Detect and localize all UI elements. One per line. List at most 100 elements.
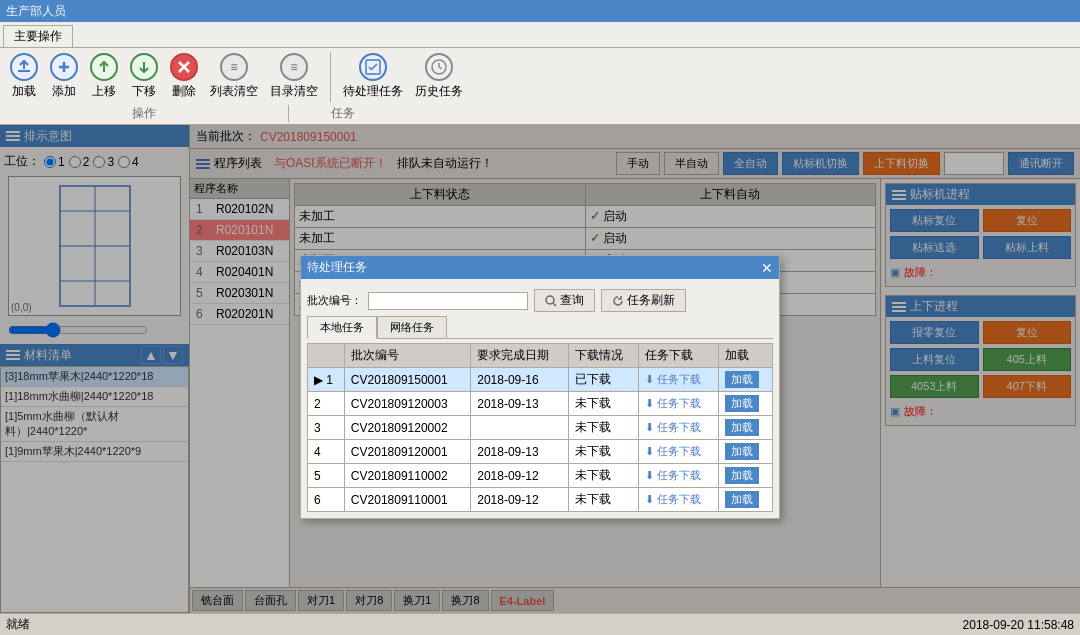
modal-row-3[interactable]: 4 CV201809120001 2018-09-13 未下载 ⬇ 任务下载 加… [308, 440, 773, 464]
task-group-label: 任务 [293, 105, 393, 122]
modal-row-0[interactable]: ▶ 1 CV201809150001 2018-09-16 已下载 ⬇ 任务下载… [308, 368, 773, 392]
status-text: 就绪 [6, 616, 30, 633]
delete-icon [170, 53, 198, 81]
row-1-task-dl: ⬇ 任务下载 [639, 392, 719, 416]
row-3-status: 未下载 [569, 440, 639, 464]
move-down-button[interactable]: 下移 [124, 50, 164, 103]
row-0-task-dl: ⬇ 任务下载 [639, 368, 719, 392]
title-text: 生产部人员 [6, 3, 66, 20]
row-3-date: 2018-09-13 [471, 440, 569, 464]
add-label: 添加 [52, 83, 76, 100]
row-0-batch: CV201809150001 [344, 368, 470, 392]
row-4-num: 5 [308, 464, 345, 488]
dir-clear-label: 目录清空 [270, 83, 318, 100]
title-bar: 生产部人员 [0, 0, 1080, 22]
load-label: 加载 [12, 83, 36, 100]
list-clear-button[interactable]: ≡ 列表清空 [204, 50, 264, 103]
refresh-button[interactable]: 任务刷新 [601, 289, 686, 312]
col-num [308, 344, 345, 368]
load-button[interactable]: 加载 [4, 50, 44, 103]
move-up-button[interactable]: 上移 [84, 50, 124, 103]
batch-search-input[interactable] [368, 292, 528, 310]
row-2-load: 加载 [718, 416, 772, 440]
row-2-task-dl: ⬇ 任务下载 [639, 416, 719, 440]
row-2-num: 3 [308, 416, 345, 440]
row-0-status: 已下载 [569, 368, 639, 392]
svg-line-9 [553, 303, 556, 306]
toolbar-separator-1 [330, 52, 331, 102]
history-label: 历史任务 [415, 83, 463, 100]
delete-button[interactable]: 删除 [164, 50, 204, 103]
toolbar-operation-group: 加载 添加 上移 下移 [4, 50, 324, 103]
load-btn-1[interactable]: 加载 [725, 395, 759, 412]
row-3-batch: CV201809120001 [344, 440, 470, 464]
col-batch: 批次编号 [344, 344, 470, 368]
row-0-date: 2018-09-16 [471, 368, 569, 392]
row-1-batch: CV201809120003 [344, 392, 470, 416]
row-4-batch: CV201809110002 [344, 464, 470, 488]
task-dl-btn-5[interactable]: ⬇ 任务下载 [645, 492, 712, 507]
svg-rect-0 [18, 70, 30, 72]
row-1-load: 加载 [718, 392, 772, 416]
load-btn-4[interactable]: 加载 [725, 467, 759, 484]
task-dl-btn-3[interactable]: ⬇ 任务下载 [645, 444, 712, 459]
pending-icon [359, 53, 387, 81]
row-5-date: 2018-09-12 [471, 488, 569, 512]
modal-row-4[interactable]: 5 CV201809110002 2018-09-12 未下载 ⬇ 任务下载 加… [308, 464, 773, 488]
history-icon [425, 53, 453, 81]
col-load: 加载 [718, 344, 772, 368]
modal-row-2[interactable]: 3 CV201809120002 未下载 ⬇ 任务下载 加载 [308, 416, 773, 440]
datetime-text: 2018-09-20 11:58:48 [963, 618, 1074, 632]
modal-title: 待处理任务 [307, 259, 367, 276]
task-dl-btn-0[interactable]: ⬇ 任务下载 [645, 372, 712, 387]
toolbar-section: 主要操作 加载 添加 [0, 22, 1080, 125]
add-button[interactable]: 添加 [44, 50, 84, 103]
modal-close-button[interactable]: ✕ [761, 260, 773, 276]
row-0-load: 加载 [718, 368, 772, 392]
pending-tasks-button[interactable]: 待处理任务 [337, 50, 409, 103]
local-task-tab[interactable]: 本地任务 [307, 316, 377, 339]
modal-tabs: 本地任务 网络任务 [307, 316, 773, 339]
network-task-tab[interactable]: 网络任务 [377, 316, 447, 338]
load-btn-3[interactable]: 加载 [725, 443, 759, 460]
dir-clear-button[interactable]: ≡ 目录清空 [264, 50, 324, 103]
task-dl-btn-1[interactable]: ⬇ 任务下载 [645, 396, 712, 411]
search-icon [545, 295, 557, 307]
status-bar: 就绪 2018-09-20 11:58:48 [0, 613, 1080, 635]
modal-row-5[interactable]: 6 CV201809110001 2018-09-12 未下载 ⬇ 任务下载 加… [308, 488, 773, 512]
svg-point-8 [546, 296, 554, 304]
task-dl-btn-4[interactable]: ⬇ 任务下载 [645, 468, 712, 483]
row-1-status: 未下载 [569, 392, 639, 416]
dir-clear-icon: ≡ [280, 53, 308, 81]
load-btn-5[interactable]: 加载 [725, 491, 759, 508]
modal-table-header: 批次编号 要求完成日期 下载情况 任务下载 加载 [308, 344, 773, 368]
modal-row-1[interactable]: 2 CV201809120003 2018-09-13 未下载 ⬇ 任务下载 加… [308, 392, 773, 416]
pending-label: 待处理任务 [343, 83, 403, 100]
row-5-status: 未下载 [569, 488, 639, 512]
toolbar-tab[interactable]: 主要操作 [3, 25, 73, 47]
search-button[interactable]: 查询 [534, 289, 595, 312]
batch-num-label: 批次编号： [307, 293, 362, 308]
row-1-date: 2018-09-13 [471, 392, 569, 416]
row-5-batch: CV201809110001 [344, 488, 470, 512]
row-4-status: 未下载 [569, 464, 639, 488]
load-btn-0[interactable]: 加载 [725, 371, 759, 388]
search-btn-label: 查询 [560, 292, 584, 309]
operation-group-label: 操作 [4, 105, 284, 122]
task-dl-btn-2[interactable]: ⬇ 任务下载 [645, 420, 712, 435]
load-btn-2[interactable]: 加载 [725, 419, 759, 436]
toolbar-task-group: 待处理任务 历史任务 [337, 50, 469, 103]
row-5-num: 6 [308, 488, 345, 512]
col-date: 要求完成日期 [471, 344, 569, 368]
history-tasks-button[interactable]: 历史任务 [409, 50, 469, 103]
row-2-status: 未下载 [569, 416, 639, 440]
list-clear-icon: ≡ [220, 53, 248, 81]
add-icon [50, 53, 78, 81]
col-download-status: 下载情况 [569, 344, 639, 368]
modal-body: 批次编号： 查询 任务刷新 本地任务 网 [301, 279, 779, 518]
modal-title-bar: 待处理任务 ✕ [301, 256, 779, 279]
modal-overlay: 待处理任务 ✕ 批次编号： 查询 任务刷新 [0, 125, 1080, 613]
refresh-icon [612, 295, 624, 307]
list-clear-label: 列表清空 [210, 83, 258, 100]
delete-label: 删除 [172, 83, 196, 100]
